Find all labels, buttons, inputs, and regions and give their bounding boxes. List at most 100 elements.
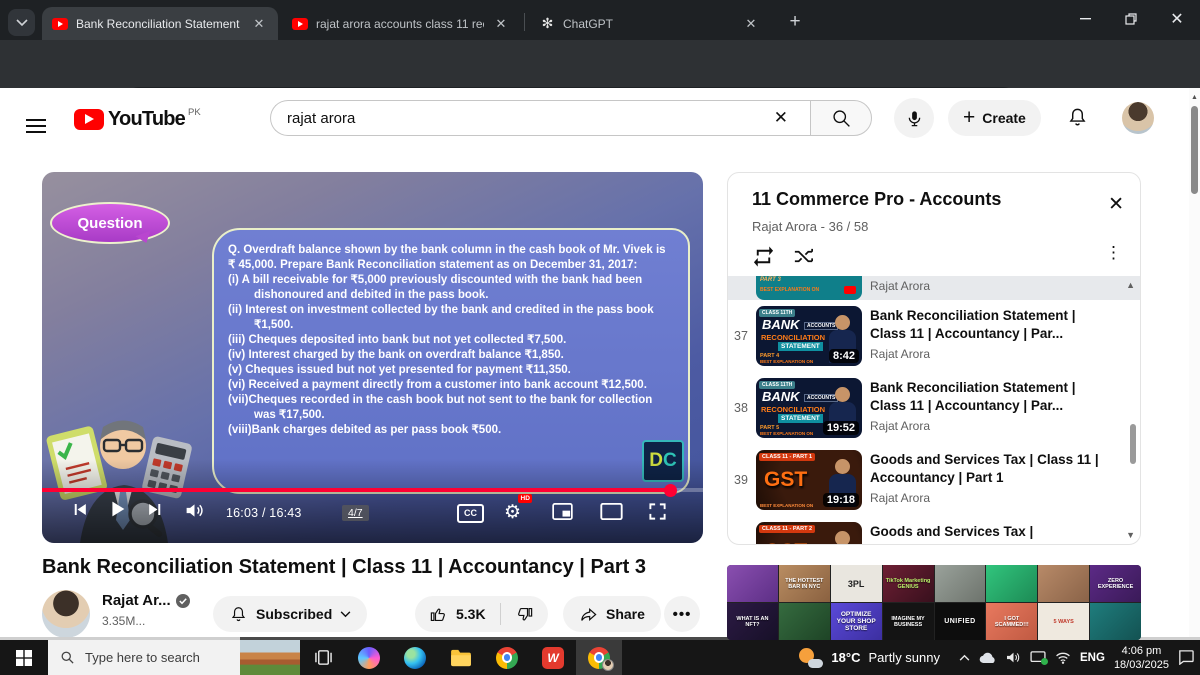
scrollbar-thumb[interactable]: [1191, 106, 1198, 194]
page-scrollbar[interactable]: ▲: [1189, 88, 1200, 640]
playlist-item-index: 40: [728, 516, 754, 544]
progress-bar[interactable]: [42, 484, 703, 497]
subtitles-button[interactable]: CC: [457, 504, 484, 523]
playlist-item-37[interactable]: 37 CLASS 11TH BANK ACCOUNTS RECONCILIATI…: [728, 300, 1140, 372]
suggested-thumbnail[interactable]: [934, 565, 986, 602]
like-button[interactable]: 5.3K: [415, 596, 500, 632]
display-cast-icon[interactable]: [1030, 651, 1049, 665]
channel-avatar[interactable]: [42, 590, 90, 638]
minimize-button[interactable]: [1062, 0, 1108, 38]
thumb-footer-label: BEST EXPLANATION ON: [760, 503, 814, 508]
scroll-down-arrow-icon[interactable]: ▼: [1126, 530, 1135, 540]
notifications-button[interactable]: [1066, 106, 1089, 129]
playlist-item-thumbnail: CLASS 11 - PART 1 GST BEST EXPLANATION O…: [756, 450, 862, 510]
suggested-thumbnail[interactable]: [1038, 565, 1090, 602]
progress-scrubber[interactable]: [663, 484, 677, 497]
fullscreen-icon[interactable]: [648, 502, 667, 521]
volume-icon[interactable]: [1006, 651, 1021, 664]
tab-close-icon[interactable]: ✕: [492, 15, 510, 33]
suggested-thumbnail[interactable]: 3PL: [830, 565, 882, 602]
bing-daily-image[interactable]: [240, 640, 300, 675]
playlist-item-40[interactable]: 40 CLASS 11 - PART 2 GST Goods and Servi…: [728, 516, 1140, 544]
suggested-thumbnail[interactable]: [986, 565, 1038, 602]
scroll-up-arrow-icon[interactable]: ▲: [1191, 94, 1198, 101]
youtube-profile-avatar[interactable]: [1122, 102, 1154, 134]
suggested-thumbnail[interactable]: [727, 565, 778, 602]
voice-search-button[interactable]: [894, 98, 934, 138]
settings-gear-icon[interactable]: ⚙: [504, 501, 521, 524]
scroll-up-arrow-icon[interactable]: ▲: [1126, 280, 1135, 290]
playlist-item-39[interactable]: 39 CLASS 11 - PART 1 GST BEST EXPLANATIO…: [728, 444, 1140, 516]
miniplayer-icon[interactable]: [552, 503, 573, 520]
playlist-scrollbar-thumb[interactable]: [1130, 424, 1136, 464]
action-center-icon[interactable]: [1178, 650, 1194, 665]
playlist-close-icon[interactable]: ✕: [1108, 193, 1124, 216]
next-video-icon[interactable]: [146, 500, 165, 519]
clock-widget[interactable]: 4:06 pm 18/03/2025: [1114, 644, 1169, 672]
more-actions-button[interactable]: •••: [664, 596, 700, 632]
time-display: 16:03 / 16:43: [226, 506, 302, 520]
tab-close-icon[interactable]: ✕: [250, 15, 268, 33]
wifi-icon[interactable]: [1055, 652, 1071, 664]
create-button[interactable]: + Create: [948, 100, 1041, 136]
start-button[interactable]: [0, 640, 48, 675]
playlist-menu-icon[interactable]: ⋮: [1105, 243, 1122, 263]
search-clear-icon[interactable]: ✕: [768, 108, 794, 128]
close-window-button[interactable]: ✕: [1154, 0, 1200, 38]
tab-search-button[interactable]: [8, 9, 35, 36]
temperature: 18°C: [831, 650, 861, 665]
play-icon[interactable]: [106, 498, 128, 520]
chrome-active-window-icon[interactable]: [576, 640, 622, 675]
video-player[interactable]: Question Q. Overdraft balance shown by t…: [42, 172, 703, 543]
suggested-thumbnail[interactable]: [1090, 603, 1141, 640]
playlist-item-index: 39: [734, 473, 748, 487]
youtube-logo[interactable]: YouTube PK: [74, 107, 201, 131]
taskbar-search-input[interactable]: Type here to search: [48, 640, 300, 675]
search-button[interactable]: [810, 100, 872, 136]
suggested-thumbnail[interactable]: WHAT IS AN NFT?: [727, 603, 778, 640]
playlist-item-title: Goods and Services Tax | Class 11 | Acco…: [870, 452, 1099, 485]
playlist-item-channel: Rajat Arora: [870, 279, 931, 293]
onedrive-cloud-icon[interactable]: [979, 652, 997, 664]
dislike-button[interactable]: [501, 596, 548, 632]
task-view-button[interactable]: [300, 640, 346, 675]
language-indicator[interactable]: ENG: [1080, 652, 1105, 664]
loop-playlist-icon[interactable]: [752, 245, 775, 268]
browser-tab-3[interactable]: ✻ ChatGPT ✕: [530, 7, 770, 40]
suggested-thumbnail[interactable]: 5 WAYS: [1038, 603, 1090, 640]
suggested-thumbnail[interactable]: THE HOTTEST BAR IN NYC: [778, 565, 830, 602]
suggested-thumbnail[interactable]: UNIFIED: [934, 603, 986, 640]
suggested-thumbnail[interactable]: TikTok Marketing GENIUS: [882, 565, 934, 602]
volume-icon[interactable]: [184, 500, 205, 521]
search-input[interactable]: rajat arora ✕: [270, 100, 810, 136]
menu-hamburger-icon[interactable]: [26, 119, 46, 133]
suggested-thumbnail[interactable]: IMAGINE MY BUSINESS: [882, 603, 934, 640]
thumb-text: BANK: [762, 317, 800, 332]
tab-close-icon[interactable]: ✕: [742, 15, 760, 33]
restore-button[interactable]: [1108, 0, 1154, 38]
chrome-app-icon[interactable]: [484, 640, 530, 675]
edge-app-icon[interactable]: [392, 640, 438, 675]
weather-widget[interactable]: 18°C Partly sunny: [799, 647, 940, 668]
video-title: Bank Reconciliation Statement | Class 11…: [42, 556, 647, 578]
playlist-item-38[interactable]: 38 CLASS 11TH BANK ACCOUNTS RECONCILIATI…: [728, 372, 1140, 444]
previous-video-icon[interactable]: [70, 500, 89, 519]
playlist-current-item[interactable]: PART 3 BEST EXPLANATION ON Rajat Arora ▲: [728, 276, 1140, 300]
suggested-thumbnail[interactable]: I GOT SCAMMED!!!: [986, 603, 1038, 640]
channel-name[interactable]: Rajat Ar...: [102, 592, 190, 609]
shuffle-playlist-icon[interactable]: [792, 245, 815, 268]
new-tab-button[interactable]: +: [782, 9, 808, 35]
copilot-app-icon[interactable]: [346, 640, 392, 675]
browser-tab-1[interactable]: Bank Reconciliation Statement | ✕: [42, 7, 278, 40]
file-explorer-app-icon[interactable]: [438, 640, 484, 675]
wps-office-app-icon[interactable]: W: [530, 640, 576, 675]
theater-mode-icon[interactable]: [600, 503, 623, 520]
subscribed-button[interactable]: Subscribed: [213, 596, 368, 632]
hidden-icons-chevron[interactable]: [959, 654, 970, 661]
share-button[interactable]: Share: [563, 596, 661, 632]
folder-icon: [451, 649, 471, 666]
suggested-thumbnail[interactable]: OPTIMIZE YOUR SHOP STORE: [830, 603, 882, 640]
suggested-thumbnail[interactable]: ZERO EXPERIENCE: [1090, 565, 1141, 602]
browser-tab-2[interactable]: rajat arora accounts class 11 rec ✕: [282, 7, 520, 40]
suggested-thumbnail[interactable]: [778, 603, 830, 640]
